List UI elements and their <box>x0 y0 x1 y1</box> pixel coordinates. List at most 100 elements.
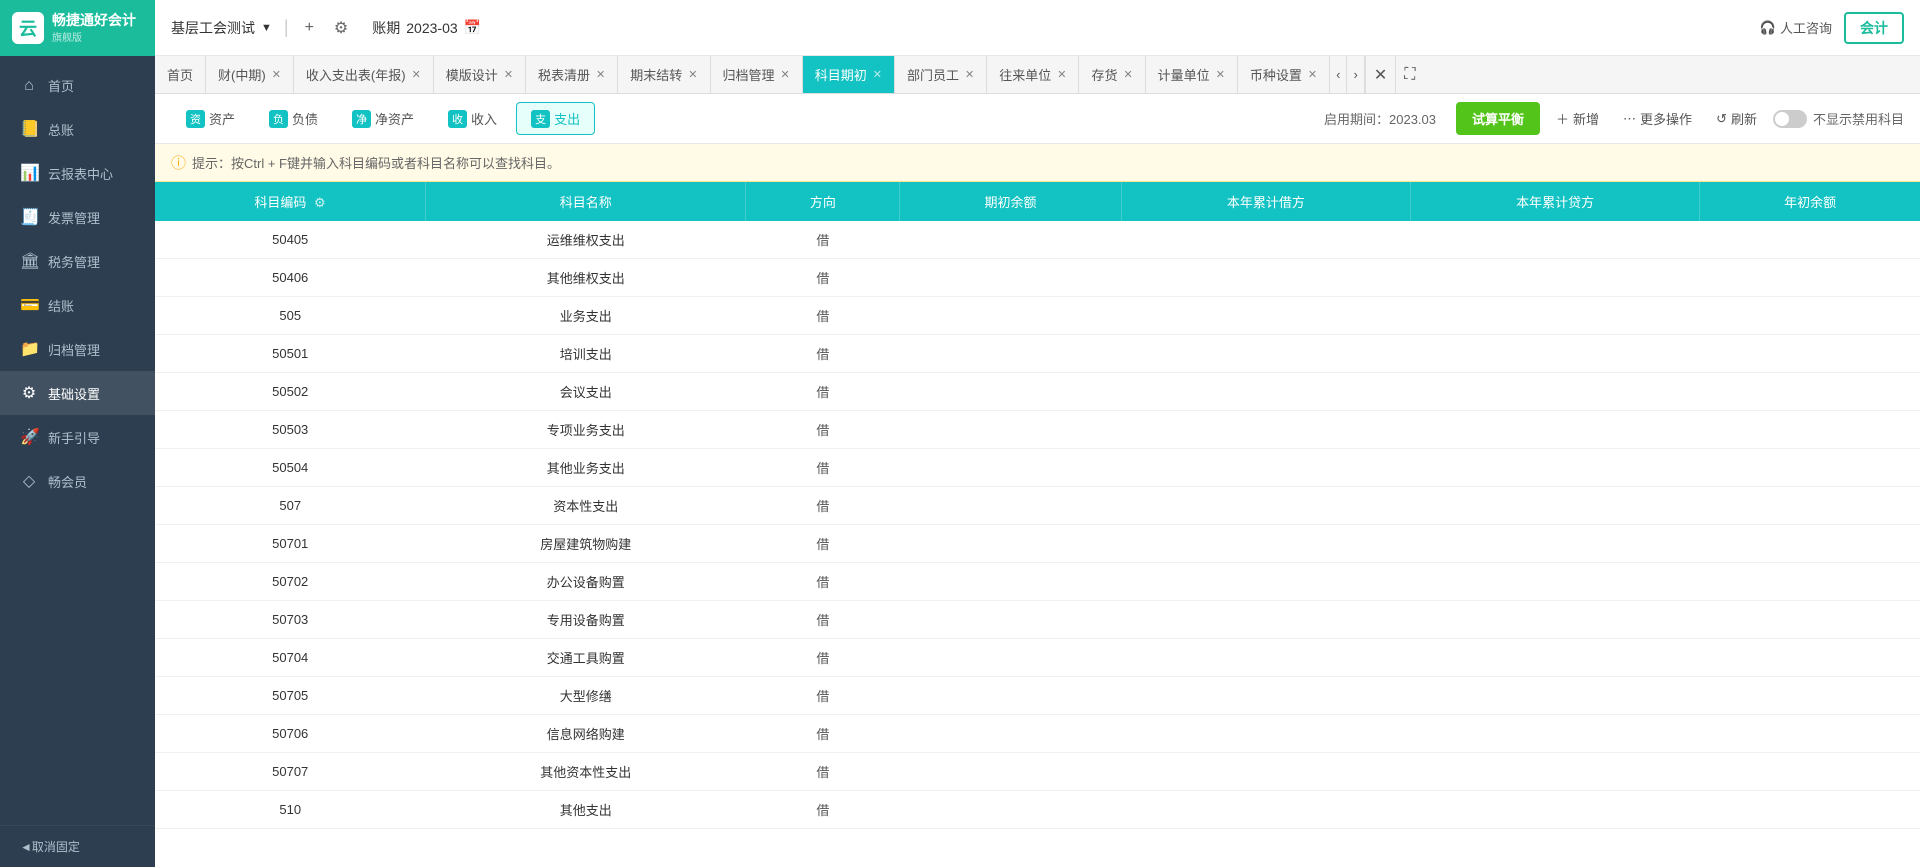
sidebar-label-tax: 税务管理 <box>48 252 100 271</box>
sidebar-item-reports[interactable]: 📊 云报表中心 <box>0 151 155 195</box>
tab-subject-close[interactable]: ✕ <box>873 68 882 81</box>
tab-inventory-close[interactable]: ✕ <box>1123 68 1132 81</box>
sidebar-item-settings[interactable]: ⚙ 基础设置 <box>0 371 155 415</box>
tab-vendor-close[interactable]: ✕ <box>1057 68 1066 81</box>
sidebar-item-archive[interactable]: 📁 归档管理 <box>0 327 155 371</box>
tab-close-all-button[interactable]: ✕ <box>1365 56 1395 93</box>
col-balance: 期初余额 <box>900 182 1122 221</box>
cell-balance <box>900 487 1122 525</box>
table-row[interactable]: 50406 其他维权支出 借 <box>155 259 1920 297</box>
hint-bar: ⓘ 提示：按Ctrl + F键并输入科目编码或者科目名称可以查找科目。 <box>155 144 1920 182</box>
table-row[interactable]: 50705 大型修缮 借 <box>155 677 1920 715</box>
settings-company-button[interactable]: ⚙ <box>330 14 352 42</box>
table-row[interactable]: 50706 信息网络购建 借 <box>155 715 1920 753</box>
tab-income[interactable]: 收入支出表(年报) ✕ <box>294 56 434 93</box>
tab-dept[interactable]: 部门员工 ✕ <box>895 56 987 93</box>
table-row[interactable]: 50504 其他业务支出 借 <box>155 449 1920 487</box>
sidebar-item-settle[interactable]: 💳 结账 <box>0 283 155 327</box>
tab-currency-close[interactable]: ✕ <box>1308 68 1317 81</box>
add-button[interactable]: ＋ 新增 <box>1548 105 1607 132</box>
tab-dept-close[interactable]: ✕ <box>965 68 974 81</box>
sub-tab-income[interactable]: 收 收入 <box>433 102 512 135</box>
cell-name: 办公设备购置 <box>425 563 746 601</box>
tab-income-close[interactable]: ✕ <box>412 68 421 81</box>
cell-name: 其他业务支出 <box>425 449 746 487</box>
tab-taxform-close[interactable]: ✕ <box>596 68 605 81</box>
table-row[interactable]: 507 资本性支出 借 <box>155 487 1920 525</box>
sidebar-label-invoice: 发票管理 <box>48 208 100 227</box>
tab-period[interactable]: 期末结转 ✕ <box>618 56 710 93</box>
account-button[interactable]: 会计 <box>1844 12 1904 44</box>
cell-name: 信息网络购建 <box>425 715 746 753</box>
tax-icon: 🏛 <box>20 251 38 271</box>
tab-template[interactable]: 模版设计 ✕ <box>434 56 526 93</box>
add-company-button[interactable]: + <box>301 15 318 41</box>
tab-unit-close[interactable]: ✕ <box>1216 68 1225 81</box>
table-row[interactable]: 510 其他支出 借 <box>155 791 1920 829</box>
tab-archive[interactable]: 归档管理 ✕ <box>711 56 803 93</box>
table-row[interactable]: 50502 会议支出 借 <box>155 373 1920 411</box>
sidebar-item-invoice[interactable]: 🧾 发票管理 <box>0 195 155 239</box>
tab-expand-button[interactable]: ⛶ <box>1395 56 1423 93</box>
tab-midterm[interactable]: 财(中期) ✕ <box>206 56 294 93</box>
cell-name: 专用设备购置 <box>425 601 746 639</box>
sidebar-item-guide[interactable]: 🚀 新手引导 <box>0 415 155 459</box>
toggle-knob <box>1775 112 1789 126</box>
table-row[interactable]: 50707 其他资本性支出 借 <box>155 753 1920 791</box>
balance-button[interactable]: 试算平衡 <box>1456 102 1540 135</box>
sub-tab-net-asset[interactable]: 净 净资产 <box>337 102 429 135</box>
cell-year <box>1700 259 1920 297</box>
col-debit: 本年累计借方 <box>1121 182 1410 221</box>
toggle-control[interactable] <box>1773 110 1807 128</box>
home-icon: ⌂ <box>20 77 38 95</box>
cell-year <box>1700 335 1920 373</box>
tab-vendor[interactable]: 往来单位 ✕ <box>987 56 1079 93</box>
table-row[interactable]: 50704 交通工具购置 借 <box>155 639 1920 677</box>
table-row[interactable]: 50503 专项业务支出 借 <box>155 411 1920 449</box>
refresh-label: 刷新 <box>1731 109 1757 128</box>
tab-currency[interactable]: 币种设置 ✕ <box>1238 56 1330 93</box>
tab-inventory[interactable]: 存货 ✕ <box>1079 56 1145 93</box>
sidebar-item-home[interactable]: ⌂ 首页 <box>0 64 155 107</box>
table-row[interactable]: 505 业务支出 借 <box>155 297 1920 335</box>
cell-credit <box>1410 601 1699 639</box>
tab-taxform[interactable]: 税表清册 ✕ <box>526 56 618 93</box>
table-row[interactable]: 50702 办公设备购置 借 <box>155 563 1920 601</box>
col-settings-icon[interactable]: ⚙ <box>314 195 326 210</box>
tab-subject-init[interactable]: 科目期初 ✕ <box>803 56 895 93</box>
cell-debit <box>1121 639 1410 677</box>
table-row[interactable]: 50701 房屋建筑物购建 借 <box>155 525 1920 563</box>
cell-credit <box>1410 449 1699 487</box>
table-row[interactable]: 50501 培训支出 借 <box>155 335 1920 373</box>
sub-tab-income-label: 收入 <box>471 109 497 128</box>
company-selector[interactable]: 基层工会测试 ▼ <box>171 18 272 38</box>
table-row[interactable]: 50405 运维维权支出 借 <box>155 221 1920 259</box>
tab-period-close[interactable]: ✕ <box>688 68 697 81</box>
sidebar-item-ledger[interactable]: 📒 总账 <box>0 107 155 151</box>
cell-debit <box>1121 335 1410 373</box>
tab-home[interactable]: 首页 <box>155 56 206 93</box>
tab-next-button[interactable]: › <box>1347 56 1364 93</box>
sub-tab-expense[interactable]: 支 支出 <box>516 102 595 135</box>
refresh-button[interactable]: ↺ 刷新 <box>1708 105 1765 132</box>
table-row[interactable]: 50703 专用设备购置 借 <box>155 601 1920 639</box>
sub-tab-liability[interactable]: 负 负债 <box>254 102 333 135</box>
tab-income-label: 收入支出表(年报) <box>306 65 406 84</box>
sidebar-item-tax[interactable]: 🏛 税务管理 <box>0 239 155 283</box>
cell-year <box>1700 297 1920 335</box>
period-display: 账期 2023-03 📅 <box>372 18 481 38</box>
cell-balance <box>900 297 1122 335</box>
sub-tab-asset[interactable]: 资 资产 <box>171 102 250 135</box>
tab-template-close[interactable]: ✕ <box>504 68 513 81</box>
more-button[interactable]: ⋯ 更多操作 <box>1615 105 1700 132</box>
tab-prev-button[interactable]: ‹ <box>1330 56 1347 93</box>
help-button[interactable]: 🎧 人工咨询 <box>1760 18 1832 37</box>
sidebar-item-vip[interactable]: ◇ 畅会员 <box>0 459 155 503</box>
sidebar-footer-collapse[interactable]: ◄取消固定 <box>0 825 155 867</box>
tab-unit[interactable]: 计量单位 ✕ <box>1146 56 1238 93</box>
tab-archive-close[interactable]: ✕ <box>781 68 790 81</box>
col-credit: 本年累计贷方 <box>1410 182 1699 221</box>
tab-midterm-close[interactable]: ✕ <box>272 68 281 81</box>
asset-prefix-icon: 资 <box>186 110 205 128</box>
cell-dir: 借 <box>746 563 900 601</box>
